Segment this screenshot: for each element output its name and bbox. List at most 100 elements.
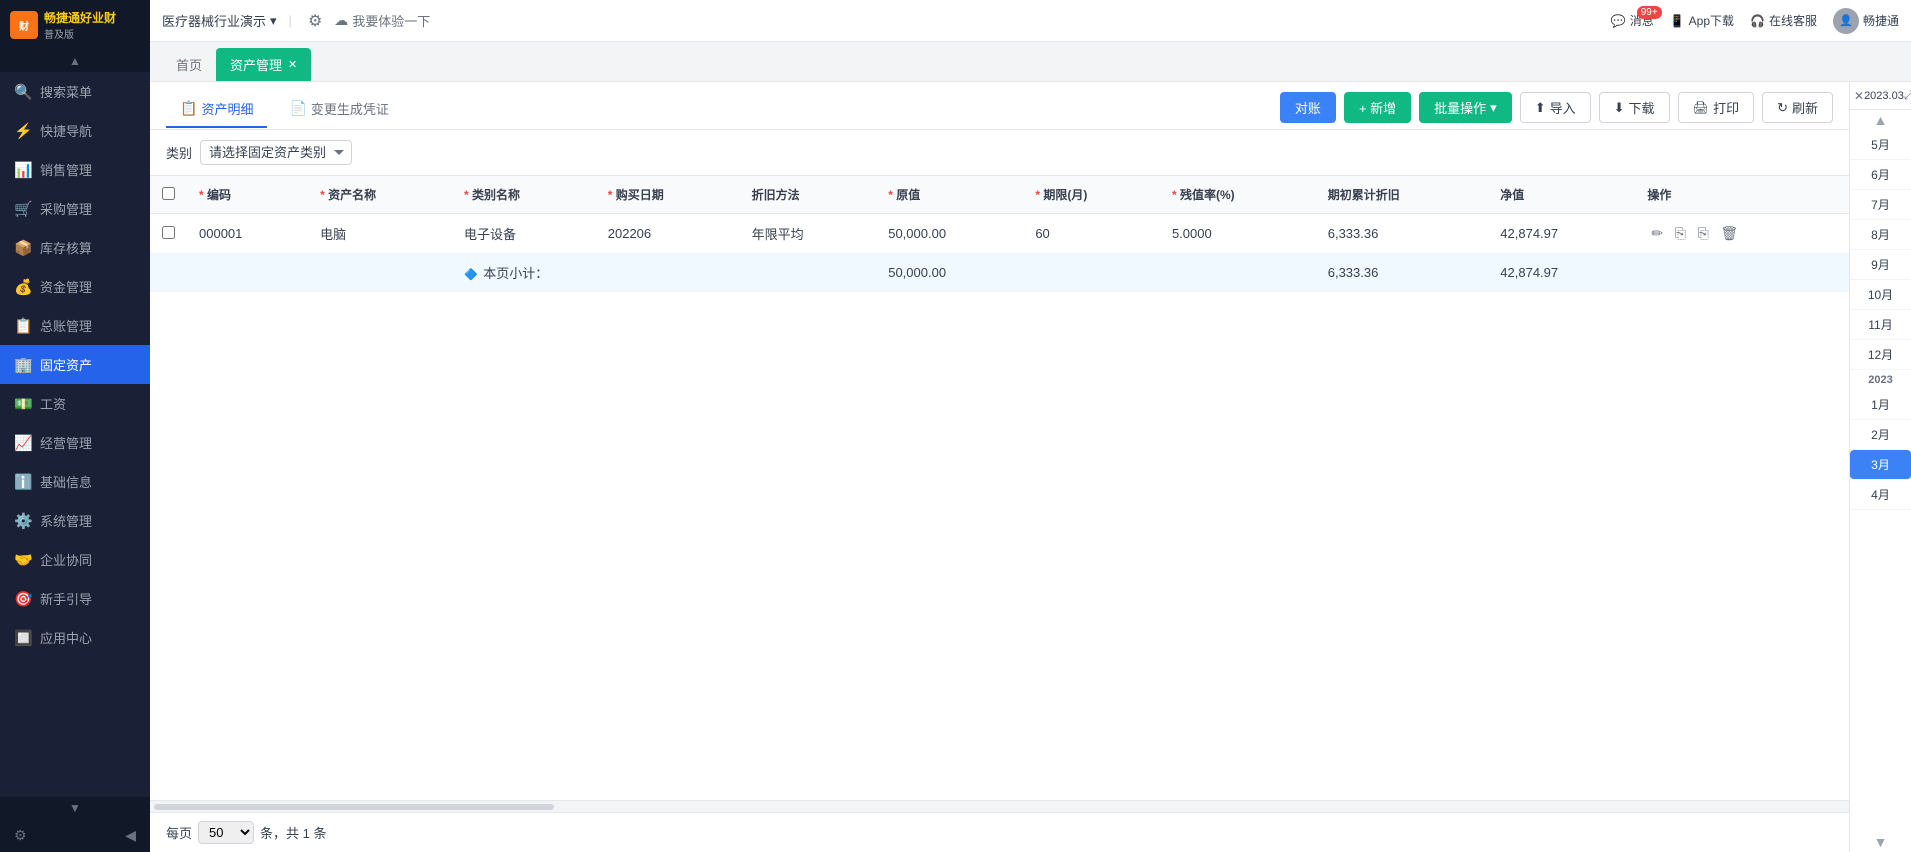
sidebar-item-ledger[interactable]: 📋 总账管理	[0, 306, 150, 345]
calendar-month-5[interactable]: 5月	[1850, 130, 1911, 160]
company-name: 医疗器械行业演示	[162, 11, 266, 30]
user-menu-button[interactable]: 👤 畅捷通	[1833, 8, 1899, 34]
calendar-month-8[interactable]: 8月	[1850, 220, 1911, 250]
sidebar-collapse-button[interactable]: ◀	[125, 827, 136, 844]
sidebar-item-inventory[interactable]: 📦 库存核算	[0, 228, 150, 267]
sales-icon: 📊	[14, 161, 32, 179]
delete-button[interactable]: 🗑	[1716, 223, 1742, 244]
cell-purchase-date: 202206	[596, 214, 740, 254]
sidebar-item-enterprise[interactable]: 🤝 企业协同	[0, 540, 150, 579]
main-area: 医疗器械行业演示 ▾ | ⚙ ☁ 我要体验一下 💬 消息 99+ 📱 App下载…	[150, 0, 1911, 852]
sidebar-settings-button[interactable]: ⚙	[14, 827, 27, 844]
subtab-change-voucher[interactable]: 📄 变更生成凭证	[275, 93, 402, 128]
tab-home-label: 首页	[176, 55, 202, 74]
sidebar-item-salary[interactable]: 💵 工资	[0, 384, 150, 423]
sidebar-item-label: 总账管理	[40, 316, 92, 335]
calendar-month-7[interactable]: 7月	[1850, 190, 1911, 220]
sidebar-item-fund[interactable]: 💰 资金管理	[0, 267, 150, 306]
refresh-button[interactable]: ↻ 刷新	[1762, 92, 1833, 123]
subtotal-row: 🔷 本页小计： 50,000.00 6,333.36 42,874.97	[150, 254, 1849, 292]
content-area: 📋 资产明细 📄 变更生成凭证 对账 + 新增 批量操作	[150, 82, 1911, 852]
print-icon: 🖨	[1693, 100, 1710, 116]
sidebar-item-operation[interactable]: 📈 经营管理	[0, 423, 150, 462]
right-panel-up-button[interactable]: ▲	[1872, 110, 1890, 130]
subtab-asset-detail[interactable]: 📋 资产明细	[166, 93, 267, 128]
subtotal-empty-3	[1023, 254, 1160, 292]
calendar-month-9[interactable]: 9月	[1850, 250, 1911, 280]
search-icon: 🔍	[14, 83, 32, 101]
download-button[interactable]: ⬇ 下载	[1599, 92, 1670, 123]
calendar-month-12[interactable]: 12月	[1850, 340, 1911, 370]
right-panel-expand-button[interactable]: ⤢	[1904, 88, 1911, 103]
batch-ops-label: 批量操作	[1434, 98, 1486, 117]
inventory-icon: 📦	[14, 239, 32, 257]
right-panel-close-button[interactable]: ✕	[1854, 89, 1864, 103]
online-service-button[interactable]: 🎧 在线客服	[1750, 12, 1817, 29]
tab-close-icon[interactable]: ✕	[288, 58, 297, 71]
topbar: 医疗器械行业演示 ▾ | ⚙ ☁ 我要体验一下 💬 消息 99+ 📱 App下载…	[150, 0, 1911, 42]
col-category: 类别名称	[452, 176, 596, 214]
edit-button[interactable]: ✏	[1647, 223, 1667, 244]
new-button[interactable]: + 新增	[1344, 92, 1411, 123]
reconcile-button[interactable]: 对账	[1280, 92, 1336, 123]
online-service-icon: 🎧	[1750, 14, 1765, 28]
tab-home[interactable]: 首页	[162, 48, 216, 81]
tab-asset-management[interactable]: 资产管理 ✕	[216, 48, 311, 81]
batch-ops-button[interactable]: 批量操作 ▾	[1419, 92, 1512, 123]
subtotal-empty-2	[308, 254, 452, 292]
right-panel-down-button[interactable]: ▼	[1872, 832, 1890, 852]
right-panel-nav-down: ▼	[1872, 832, 1890, 852]
col-residual-rate: 残值率(%)	[1160, 176, 1316, 214]
row-checkbox[interactable]	[162, 226, 175, 239]
sidebar-scroll-up[interactable]: ▲	[0, 50, 150, 72]
guide-icon: 🎯	[14, 590, 32, 608]
calendar-month-2023-4[interactable]: 4月	[1850, 480, 1911, 510]
calendar-month-10[interactable]: 10月	[1850, 280, 1911, 310]
col-depreciation-method: 折旧方法	[740, 176, 877, 214]
app-download-button[interactable]: 📱 App下载	[1670, 12, 1734, 29]
sidebar-item-basic-info[interactable]: ℹ️ 基础信息	[0, 462, 150, 501]
col-original-value: 原值	[876, 176, 1023, 214]
import-button[interactable]: ⬆ 导入	[1520, 92, 1591, 123]
sidebar-header: 财 畅捷通好业财 普及版	[0, 0, 150, 50]
sidebar-item-app-center[interactable]: 🔲 应用中心	[0, 618, 150, 657]
cell-net-value: 42,874.97	[1488, 214, 1635, 254]
calendar-month-2023-1[interactable]: 1月	[1850, 390, 1911, 420]
calendar-month-2023-3[interactable]: 3月	[1850, 450, 1911, 480]
share-button[interactable]: ⎘	[1694, 223, 1713, 244]
copy-button[interactable]: ⎘	[1671, 223, 1690, 244]
calendar-month-6[interactable]: 6月	[1850, 160, 1911, 190]
sidebar-item-guide[interactable]: 🎯 新手引导	[0, 579, 150, 618]
page-size-select[interactable]: 50 100	[198, 821, 254, 844]
sidebar-item-purchase[interactable]: 🛒 采购管理	[0, 189, 150, 228]
sidebar-item-label: 资金管理	[40, 277, 92, 296]
print-button[interactable]: 🖨 打印	[1678, 92, 1755, 123]
topbar-settings-button[interactable]: ⚙	[304, 7, 326, 35]
calendar-month-11[interactable]: 11月	[1850, 310, 1911, 340]
subtab-change-voucher-icon: 📄	[289, 100, 306, 117]
cell-depreciation-method: 年限平均	[740, 214, 877, 254]
sidebar-item-label: 系统管理	[40, 511, 92, 530]
notifications-button[interactable]: 💬 消息 99+	[1611, 12, 1654, 29]
asset-table-wrapper: 编码 资产名称 类别名称 购买日期 折旧方法 原值 期限(月) 残值率(%) 期…	[150, 176, 1849, 800]
sidebar-item-fixed-assets[interactable]: 🏢 固定资产	[0, 345, 150, 384]
subtotal-empty-1	[187, 254, 308, 292]
select-all-checkbox[interactable]	[162, 187, 175, 200]
filter-category-select[interactable]: 请选择固定资产类别	[200, 140, 352, 165]
col-action: 操作	[1635, 176, 1849, 214]
sidebar-item-sales[interactable]: 📊 销售管理	[0, 150, 150, 189]
sidebar-item-system[interactable]: ⚙️ 系统管理	[0, 501, 150, 540]
sidebar-item-search[interactable]: 🔍 搜索菜单	[0, 72, 150, 111]
reconcile-label: 对账	[1295, 98, 1321, 117]
cell-name: 电脑	[308, 214, 452, 254]
sidebar-scroll-down[interactable]: ▼	[0, 797, 150, 819]
company-selector[interactable]: 医疗器械行业演示 ▾	[162, 11, 277, 30]
scrollbar-thumb[interactable]	[154, 804, 554, 810]
horizontal-scrollbar[interactable]	[150, 800, 1849, 812]
sidebar-item-quick-nav[interactable]: ⚡ 快捷导航	[0, 111, 150, 150]
sidebar-item-label: 库存核算	[40, 238, 92, 257]
calendar-month-2023-2[interactable]: 2月	[1850, 420, 1911, 450]
app-download-label: App下载	[1689, 12, 1734, 29]
experience-button[interactable]: ☁ 我要体验一下	[334, 11, 430, 30]
cell-category: 电子设备	[452, 214, 596, 254]
